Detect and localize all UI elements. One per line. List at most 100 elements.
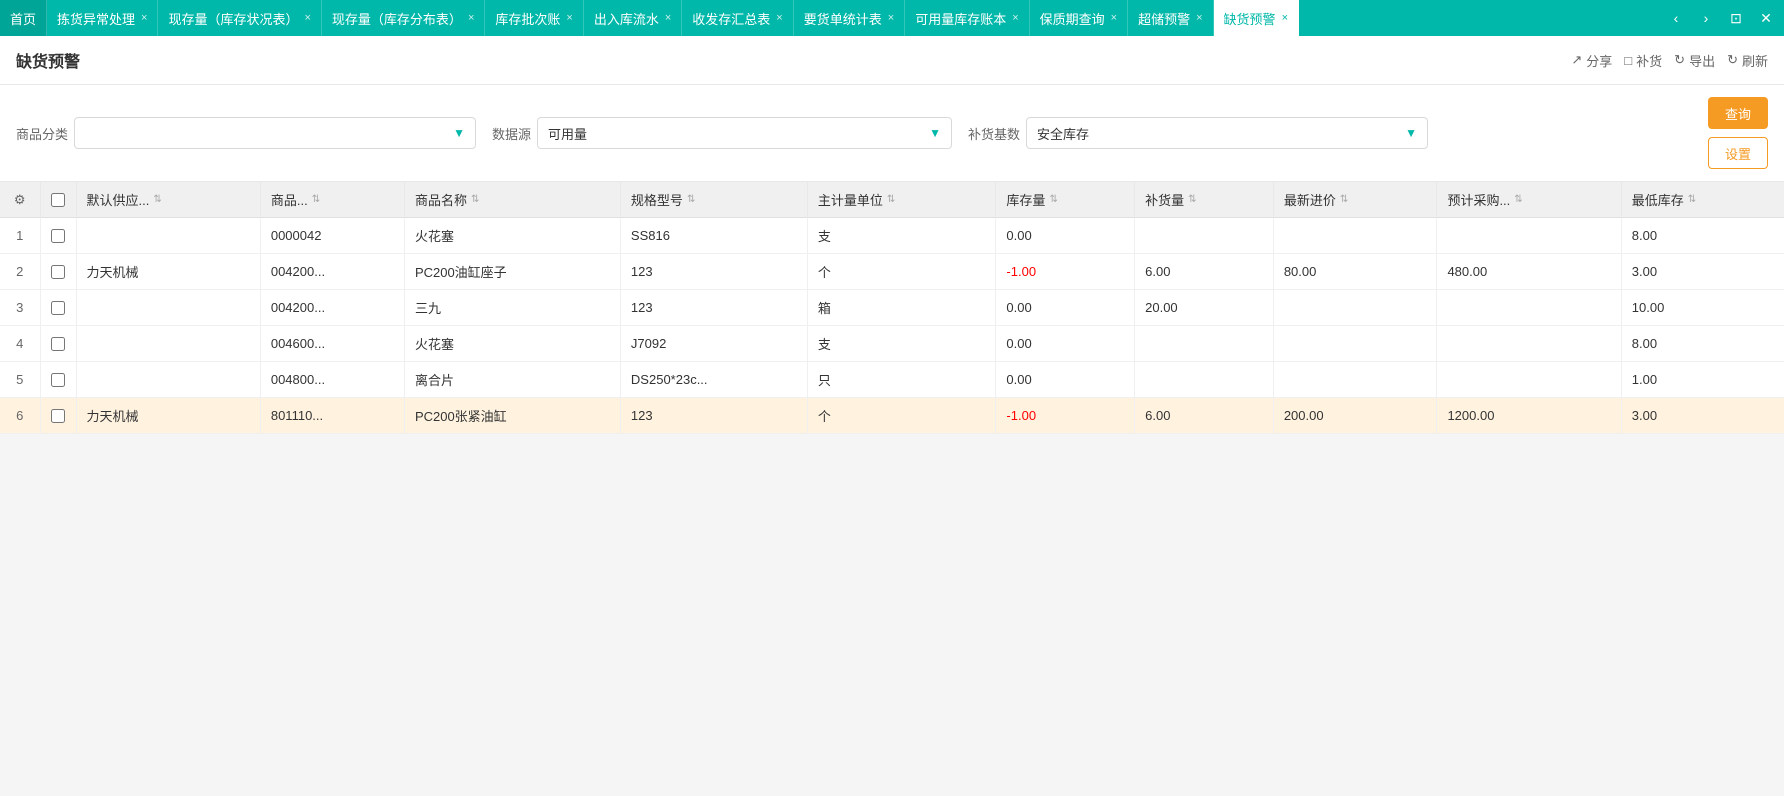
share-button[interactable]: ↗ 分享: [1571, 51, 1612, 70]
close-icon[interactable]: ×: [1196, 12, 1202, 24]
close-icon[interactable]: ×: [888, 12, 894, 24]
tab-inventory-status[interactable]: 现存量（库存状况表） ×: [158, 0, 321, 36]
row-replenish: [1135, 362, 1274, 398]
row-spec: SS816: [620, 218, 807, 254]
table-header-row: ⚙ 默认供应... ⇅ 商品... ⇅: [0, 182, 1784, 218]
tab-inventory-dist[interactable]: 现存量（库存分布表） ×: [322, 0, 485, 36]
th-replenish[interactable]: 补货量 ⇅: [1135, 182, 1274, 218]
th-spec[interactable]: 规格型号 ⇅: [620, 182, 807, 218]
close-icon[interactable]: ×: [665, 12, 671, 24]
close-icon[interactable]: ×: [304, 12, 310, 24]
export-button[interactable]: ↻ 导出: [1674, 51, 1715, 70]
row-supplier: [76, 362, 260, 398]
replenish-base-value: 安全库存: [1037, 124, 1089, 143]
row-min-stock: 10.00: [1621, 290, 1784, 326]
tab-expiry-query[interactable]: 保质期查询 ×: [1030, 0, 1128, 36]
tab-pick-exception[interactable]: 拣货异常处理 ×: [47, 0, 158, 36]
row-stock: -1.00: [996, 254, 1135, 290]
close-icon[interactable]: ×: [468, 12, 474, 24]
header-actions: ↗ 分享 □ 补货 ↻ 导出 ↻ 刷新: [1571, 51, 1768, 70]
row-replenish: [1135, 326, 1274, 362]
query-button[interactable]: 查询: [1708, 97, 1768, 129]
row-name: 火花塞: [404, 326, 620, 362]
th-code[interactable]: 商品... ⇅: [260, 182, 404, 218]
chevron-down-icon: ▼: [1405, 126, 1417, 140]
tab-shortage-warning[interactable]: 缺货预警 ×: [1214, 0, 1299, 36]
nav-restore-button[interactable]: ⊡: [1722, 4, 1750, 32]
row-spec: DS250*23c...: [620, 362, 807, 398]
refresh-button[interactable]: ↻ 刷新: [1727, 51, 1768, 70]
row-index: 5: [0, 362, 40, 398]
close-icon[interactable]: ×: [1012, 12, 1018, 24]
replenish-button[interactable]: □ 补货: [1624, 51, 1662, 70]
select-all-checkbox[interactable]: [51, 193, 65, 207]
sort-icon: ⇅: [312, 194, 320, 205]
row-spec: 123: [620, 398, 807, 434]
row-name: 离合片: [404, 362, 620, 398]
th-latest-price[interactable]: 最新进价 ⇅: [1273, 182, 1437, 218]
tab-receive-summary[interactable]: 收发存汇总表 ×: [682, 0, 793, 36]
tab-home[interactable]: 首页: [0, 0, 47, 36]
th-checkbox: [40, 182, 76, 218]
th-estimated-purchase[interactable]: 预计采购... ⇅: [1437, 182, 1621, 218]
close-icon[interactable]: ×: [1111, 12, 1117, 24]
th-supplier[interactable]: 默认供应... ⇅: [76, 182, 260, 218]
gear-icon[interactable]: ⚙: [14, 192, 26, 207]
main-content: 缺货预警 ↗ 分享 □ 补货 ↻ 导出 ↻ 刷新 商品分类: [0, 36, 1784, 434]
close-icon[interactable]: ×: [141, 12, 147, 24]
nav-bar: 首页 拣货异常处理 × 现存量（库存状况表） × 现存量（库存分布表） × 库存…: [0, 0, 1784, 36]
row-checkbox[interactable]: [51, 265, 65, 279]
datasource-label: 数据源: [492, 124, 531, 143]
row-checkbox[interactable]: [51, 373, 65, 387]
th-unit[interactable]: 主计量单位 ⇅: [807, 182, 996, 218]
row-index: 3: [0, 290, 40, 326]
table-row: 1 0000042 火花塞 SS816 支 0.00 8.00: [0, 218, 1784, 254]
table-row: 3 004200... 三九 123 箱 0.00 20.00 10.00: [0, 290, 1784, 326]
row-min-stock: 3.00: [1621, 398, 1784, 434]
row-name: 三九: [404, 290, 620, 326]
row-checkbox[interactable]: [51, 301, 65, 315]
category-select[interactable]: ▼: [74, 117, 476, 149]
sort-icon: ⇅: [1340, 194, 1348, 205]
sort-icon: ⇅: [1514, 194, 1522, 205]
row-checkbox[interactable]: [51, 409, 65, 423]
table-row: 6 力天机械 801110... PC200张紧油缸 123 个 -1.00 6…: [0, 398, 1784, 434]
row-checkbox-cell: [40, 326, 76, 362]
row-stock: 0.00: [996, 326, 1135, 362]
nav-prev-button[interactable]: ‹: [1662, 4, 1690, 32]
row-latest-price: 200.00: [1273, 398, 1437, 434]
row-replenish: 6.00: [1135, 254, 1274, 290]
close-icon[interactable]: ×: [1282, 12, 1288, 24]
th-name[interactable]: 商品名称 ⇅: [404, 182, 620, 218]
th-stock[interactable]: 库存量 ⇅: [996, 182, 1135, 218]
tab-inout-flow[interactable]: 出入库流水 ×: [584, 0, 682, 36]
table-row: 4 004600... 火花塞 J7092 支 0.00 8.00: [0, 326, 1784, 362]
nav-next-button[interactable]: ›: [1692, 4, 1720, 32]
setting-button[interactable]: 设置: [1708, 137, 1768, 169]
row-unit: 个: [807, 398, 996, 434]
th-min-stock[interactable]: 最低库存 ⇅: [1621, 182, 1784, 218]
datasource-select[interactable]: 可用量 ▼: [537, 117, 952, 149]
replenish-base-select[interactable]: 安全库存 ▼: [1026, 117, 1428, 149]
tab-batch-account[interactable]: 库存批次账 ×: [485, 0, 583, 36]
row-checkbox[interactable]: [51, 337, 65, 351]
row-checkbox-cell: [40, 254, 76, 290]
row-unit: 个: [807, 254, 996, 290]
row-index: 2: [0, 254, 40, 290]
tab-demand-stats[interactable]: 要货单统计表 ×: [794, 0, 905, 36]
sort-icon: ⇅: [471, 194, 479, 205]
datasource-value: 可用量: [548, 124, 587, 143]
row-min-stock: 8.00: [1621, 218, 1784, 254]
close-icon[interactable]: ×: [776, 12, 782, 24]
nav-close-button[interactable]: ✕: [1752, 4, 1780, 32]
close-icon[interactable]: ×: [566, 12, 572, 24]
th-settings[interactable]: ⚙: [0, 182, 40, 218]
replenish-icon: □: [1624, 53, 1632, 68]
row-checkbox[interactable]: [51, 229, 65, 243]
tab-available-ledger[interactable]: 可用量库存账本 ×: [905, 0, 1029, 36]
tab-overstock-warning[interactable]: 超储预警 ×: [1128, 0, 1213, 36]
table-container: ⚙ 默认供应... ⇅ 商品... ⇅: [0, 182, 1784, 434]
row-name: PC200张紧油缸: [404, 398, 620, 434]
sort-icon: ⇅: [1049, 194, 1057, 205]
row-supplier: 力天机械: [76, 398, 260, 434]
